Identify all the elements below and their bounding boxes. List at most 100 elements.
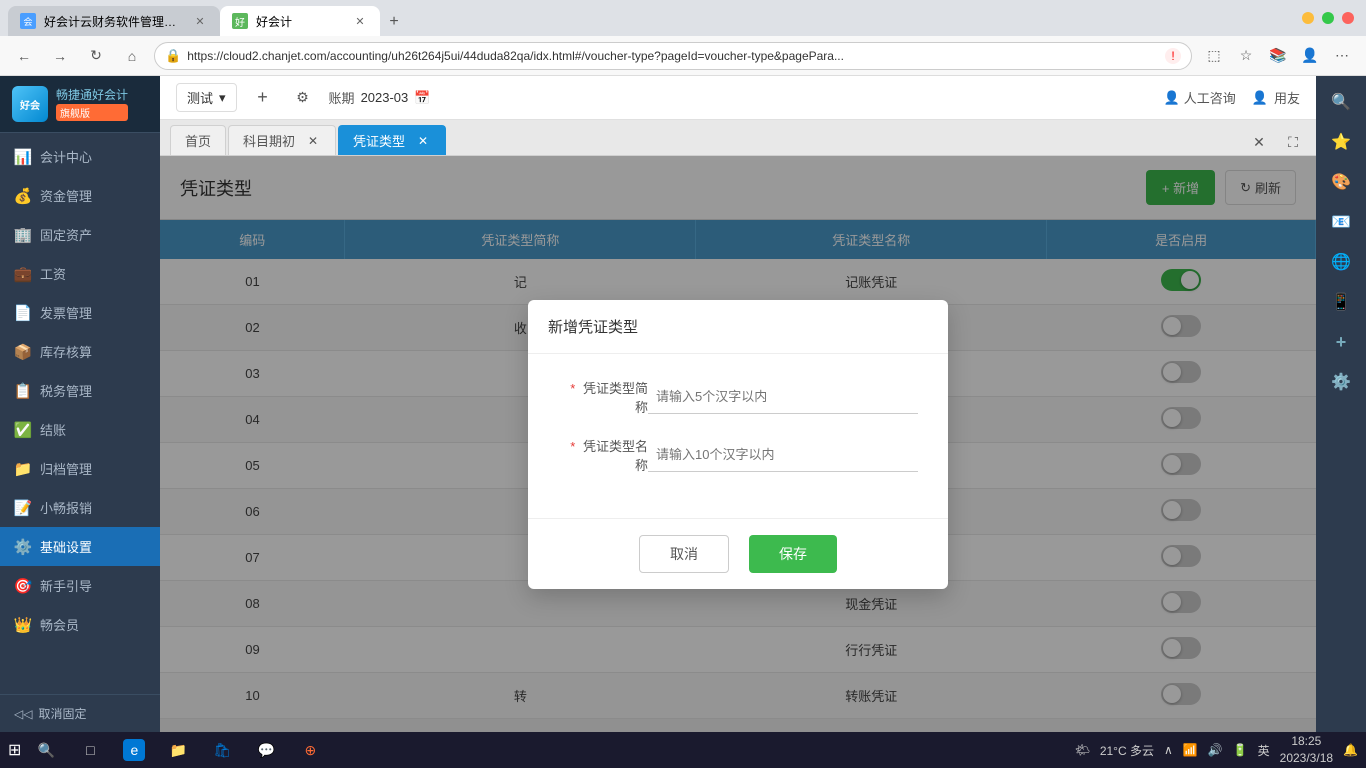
right-globe-btn[interactable]: 🌐 <box>1323 244 1359 280</box>
consult-button[interactable]: 👤 人工咨询 <box>1164 88 1236 107</box>
taskbar-store[interactable]: 🛍 <box>203 736 241 764</box>
sidebar-item-tax[interactable]: 📋 税务管理 <box>0 371 160 410</box>
app-layout: 好会 畅捷通好会计 旗舰版 📊 会计中心 💰 资金管理 🏢 固定资产 💼 工资 <box>0 76 1366 732</box>
sidebar-footer[interactable]: ◁◁ 取消固定 <box>0 694 160 732</box>
tab-voucher-type[interactable]: 凭证类型 ✕ <box>338 125 446 155</box>
right-search-btn[interactable]: 🔍 <box>1323 84 1359 120</box>
window-close[interactable] <box>1342 12 1354 24</box>
reload-button[interactable]: ↻ <box>82 42 110 70</box>
tab-bar: 首页 科目期初 ✕ 凭证类型 ✕ ✕ ⛶ <box>160 120 1316 156</box>
right-email-btn[interactable]: 📧 <box>1323 204 1359 240</box>
tab-expand-btn[interactable]: ⛶ <box>1280 129 1306 155</box>
sidebar-item-inventory[interactable]: 📦 库存核算 <box>0 332 160 371</box>
guide-icon: 🎯 <box>14 577 32 595</box>
right-phone-btn[interactable]: 📱 <box>1323 284 1359 320</box>
salary-icon: 💼 <box>14 265 32 283</box>
user-info[interactable]: 👤 用友 <box>1252 88 1300 107</box>
forward-button[interactable]: → <box>46 42 74 70</box>
logo-name: 畅捷通好会计 <box>56 87 128 104</box>
settlement-icon: ✅ <box>14 421 32 439</box>
taskbar-edge[interactable]: e <box>115 736 153 764</box>
main-area: 测试 ▾ + ⚙ 账期 2023-03 📅 👤 人工咨询 👤 用友 <box>160 76 1316 732</box>
settings-btn[interactable]: ⚙ <box>289 84 317 112</box>
required-star-1: * <box>570 381 575 396</box>
right-gear-btn[interactable]: ⚙️ <box>1323 364 1359 400</box>
invoice-icon: 📄 <box>14 304 32 322</box>
taskbar: ⊞ 🔍 □ e 📁 🛍 💬 ⊕ 🌤 21°C 多云 ∧ 📶 🔊 🔋 英 18:2… <box>0 732 1366 768</box>
right-panel: 🔍 ⭐ 🎨 📧 🌐 📱 + ⚙️ <box>1316 76 1366 732</box>
taskbar-right: 🌤 21°C 多云 ∧ 📶 🔊 🔋 英 18:25 2023/3/18 🔔 <box>1075 733 1358 767</box>
sidebar-item-label: 固定资产 <box>40 225 92 244</box>
taskbar-arrow-up: ∧ <box>1164 743 1173 757</box>
tab-subject[interactable]: 科目期初 ✕ <box>228 125 336 155</box>
tab1-label: 好会计云财务软件管理系统_会计 <box>44 13 184 30</box>
browser-tab-2[interactable]: 好 好会计 ✕ <box>220 6 380 36</box>
sidebar-item-member[interactable]: 👑 畅会员 <box>0 605 160 644</box>
explorer-icon: 📁 <box>167 739 189 761</box>
taskbar-search[interactable]: 🔍 <box>27 736 65 764</box>
add-company-btn[interactable]: + <box>249 84 277 112</box>
sidebar-item-dashboard[interactable]: 📊 会计中心 <box>0 137 160 176</box>
period-calendar-icon[interactable]: 📅 <box>414 90 430 106</box>
right-star-btn[interactable]: ⭐ <box>1323 124 1359 160</box>
tab2-close[interactable]: ✕ <box>352 13 368 29</box>
sidebar-item-guide[interactable]: 🎯 新手引导 <box>0 566 160 605</box>
sidebar: 好会 畅捷通好会计 旗舰版 📊 会计中心 💰 资金管理 🏢 固定资产 💼 工资 <box>0 76 160 732</box>
required-star-2: * <box>570 439 575 454</box>
tab-home[interactable]: 首页 <box>170 125 226 155</box>
back-button[interactable]: ← <box>10 42 38 70</box>
window-minimize[interactable] <box>1302 12 1314 24</box>
company-selector[interactable]: 测试 ▾ <box>176 83 237 112</box>
sidebar-item-label: 新手引导 <box>40 576 92 595</box>
window-maximize[interactable] <box>1322 12 1334 24</box>
full-name-input[interactable] <box>648 438 918 472</box>
taskbar-wechat[interactable]: 💬 <box>247 736 285 764</box>
sidebar-item-label: 基础设置 <box>40 537 92 556</box>
sidebar-item-label: 发票管理 <box>40 303 92 322</box>
sidebar-item-settings[interactable]: ⚙️ 基础设置 <box>0 527 160 566</box>
sidebar-item-label: 资金管理 <box>40 186 92 205</box>
modal-dialog: 新增凭证类型 * 凭证类型简称 * <box>528 300 948 589</box>
save-button[interactable]: 保存 <box>749 535 837 573</box>
sidebar-item-salary[interactable]: 💼 工资 <box>0 254 160 293</box>
tab1-close[interactable]: ✕ <box>192 13 208 29</box>
tab-close-all-btn[interactable]: ✕ <box>1246 129 1272 155</box>
sidebar-item-funds[interactable]: 💰 资金管理 <box>0 176 160 215</box>
tab-subject-close[interactable]: ✕ <box>305 133 321 149</box>
sidebar-item-invoice[interactable]: 📄 发票管理 <box>0 293 160 332</box>
profile-btn[interactable]: 👤 <box>1296 42 1324 70</box>
sidebar-item-assets[interactable]: 🏢 固定资产 <box>0 215 160 254</box>
tab-voucher-close[interactable]: ✕ <box>415 133 431 149</box>
url-bar[interactable]: 🔒 https://cloud2.chanjet.com/accounting/… <box>154 42 1192 70</box>
more-btn[interactable]: ⋯ <box>1328 42 1356 70</box>
cancel-button[interactable]: 取消 <box>639 535 729 573</box>
wechat-icon: 💬 <box>255 739 277 761</box>
new-tab-button[interactable]: + <box>380 8 408 36</box>
taskbar-wifi-icon: 📶 <box>1183 743 1198 757</box>
taskbar-app4[interactable]: ⊕ <box>291 736 329 764</box>
sidebar-item-label: 会计中心 <box>40 147 92 166</box>
sidebar-item-settlement[interactable]: ✅ 结账 <box>0 410 160 449</box>
collections-btn[interactable]: 📚 <box>1264 42 1292 70</box>
sidebar-item-report[interactable]: 📝 小畅报销 <box>0 488 160 527</box>
member-icon: 👑 <box>14 616 32 634</box>
favorites-btn[interactable]: ☆ <box>1232 42 1260 70</box>
tab-area: 会 好会计云财务软件管理系统_会计 ✕ 好 好会计 ✕ + <box>8 0 1294 36</box>
sidebar-item-archive[interactable]: 📁 归档管理 <box>0 449 160 488</box>
period-value: 2023-03 <box>361 90 409 105</box>
period-label: 账期 <box>329 88 355 107</box>
logo-icon: 好会 <box>12 86 48 122</box>
start-button[interactable]: ⊞ <box>8 740 21 760</box>
right-theme-btn[interactable]: 🎨 <box>1323 164 1359 200</box>
browser-tab-1[interactable]: 会 好会计云财务软件管理系统_会计 ✕ <box>8 6 220 36</box>
extensions-btn[interactable]: ⬚ <box>1200 42 1228 70</box>
taskbar-task-view[interactable]: □ <box>71 736 109 764</box>
home-button[interactable]: ⌂ <box>118 42 146 70</box>
short-name-input[interactable] <box>648 380 918 414</box>
taskbar-notification[interactable]: 🔔 <box>1343 743 1358 757</box>
archive-icon: 📁 <box>14 460 32 478</box>
right-add-btn[interactable]: + <box>1323 324 1359 360</box>
settings-icon: ⚙️ <box>14 538 32 556</box>
taskbar-explorer[interactable]: 📁 <box>159 736 197 764</box>
modal-header: 新增凭证类型 <box>528 300 948 354</box>
